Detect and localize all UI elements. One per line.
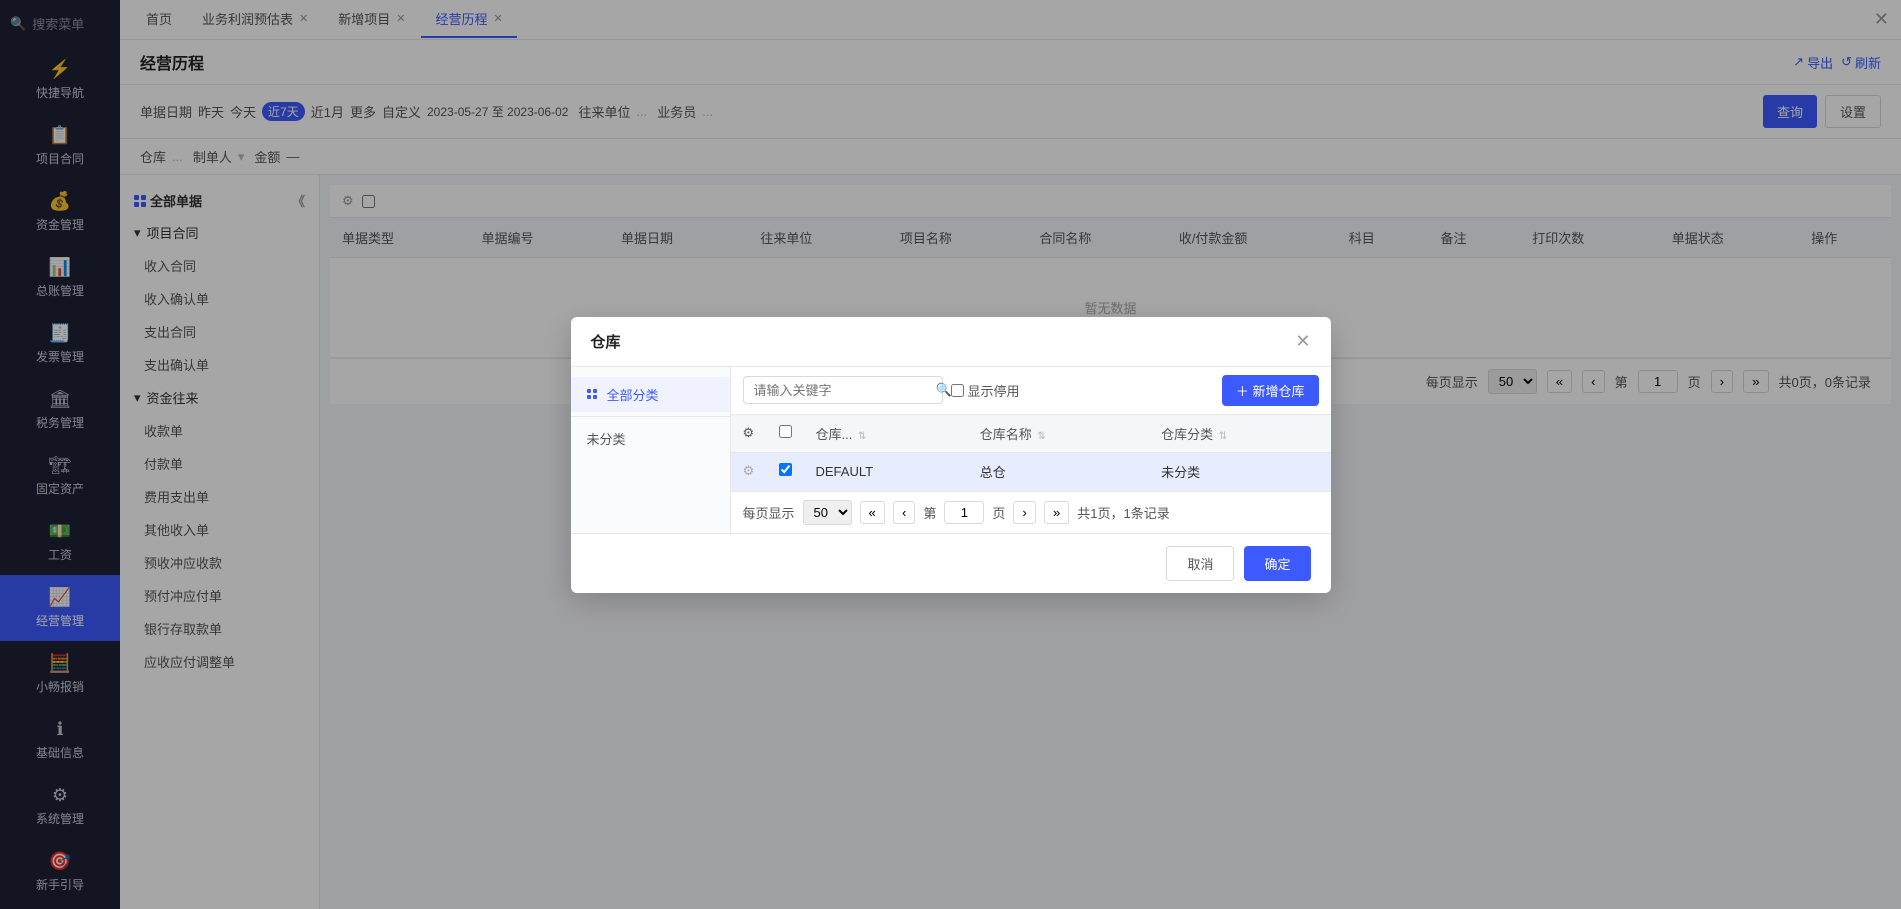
modal-col-category: 仓库分类 ⇅ — [1149, 415, 1330, 453]
modal-select-all[interactable] — [779, 425, 792, 438]
row-checkbox[interactable] — [767, 452, 804, 490]
modal-last-page-button[interactable]: » — [1044, 501, 1069, 524]
modal-first-page-button[interactable]: « — [860, 501, 885, 524]
sort-name-icon: ⇅ — [1037, 431, 1045, 442]
modal-per-page-select[interactable]: 50 — [803, 500, 852, 525]
modal-col-code: 仓库... ⇅ — [804, 415, 968, 453]
modal-prev-page-button[interactable]: ‹ — [893, 501, 915, 524]
modal-page-number-input[interactable] — [944, 501, 984, 524]
modal-table-wrap: ⚙ 仓库... ⇅ 仓库名称 ⇅ — [731, 415, 1331, 491]
modal-table: ⚙ 仓库... ⇅ 仓库名称 ⇅ — [731, 415, 1331, 491]
modal-left-unclassified[interactable]: 未分类 — [571, 421, 730, 456]
modal-overlay[interactable]: 仓库 ✕ 全部分类 未分类 — [0, 0, 1901, 909]
modal-col-checkbox — [767, 415, 804, 453]
modal-right-panel: 🔍 显示停用 ＋ 新增仓库 ⚙ — [731, 367, 1331, 533]
modal-col-name: 仓库名称 ⇅ — [968, 415, 1149, 453]
modal-body: 全部分类 未分类 🔍 显 — [571, 367, 1331, 533]
show-disabled-checkbox[interactable] — [951, 384, 964, 397]
table-row[interactable]: ⚙ DEFAULT 总仓 未分类 — [731, 452, 1331, 490]
modal-close-button[interactable]: ✕ — [1295, 331, 1310, 352]
confirm-button[interactable]: 确定 — [1244, 546, 1310, 581]
modal-search-box: 🔍 — [743, 376, 943, 404]
modal-left-all[interactable]: 全部分类 — [571, 377, 730, 412]
warehouse-modal: 仓库 ✕ 全部分类 未分类 — [571, 317, 1331, 593]
modal-title: 仓库 — [591, 331, 621, 352]
row-category: 未分类 — [1149, 452, 1330, 490]
row-name: 总仓 — [968, 452, 1149, 490]
modal-next-page-button[interactable]: › — [1013, 501, 1035, 524]
cancel-button[interactable]: 取消 — [1166, 546, 1234, 581]
modal-left-panel: 全部分类 未分类 — [571, 367, 731, 533]
row-code: DEFAULT — [804, 452, 968, 490]
modal-col-settings: ⚙ — [731, 415, 767, 453]
modal-search-input[interactable] — [754, 383, 930, 398]
modal-search-icon[interactable]: 🔍 — [936, 382, 952, 398]
show-disabled-label[interactable]: 显示停用 — [951, 381, 1020, 400]
add-warehouse-button[interactable]: ＋ 新增仓库 — [1222, 375, 1319, 406]
modal-actions: 取消 确定 — [571, 533, 1331, 593]
sort-code-icon: ⇅ — [858, 431, 866, 442]
modal-header: 仓库 ✕ — [571, 317, 1331, 367]
sort-category-icon: ⇅ — [1219, 431, 1227, 442]
modal-pagination: 每页显示 50 « ‹ 第 页 › » 共1页，1条记录 — [731, 491, 1331, 533]
row-settings-icon[interactable]: ⚙ — [731, 452, 767, 490]
modal-toolbar: 🔍 显示停用 ＋ 新增仓库 — [731, 367, 1331, 415]
